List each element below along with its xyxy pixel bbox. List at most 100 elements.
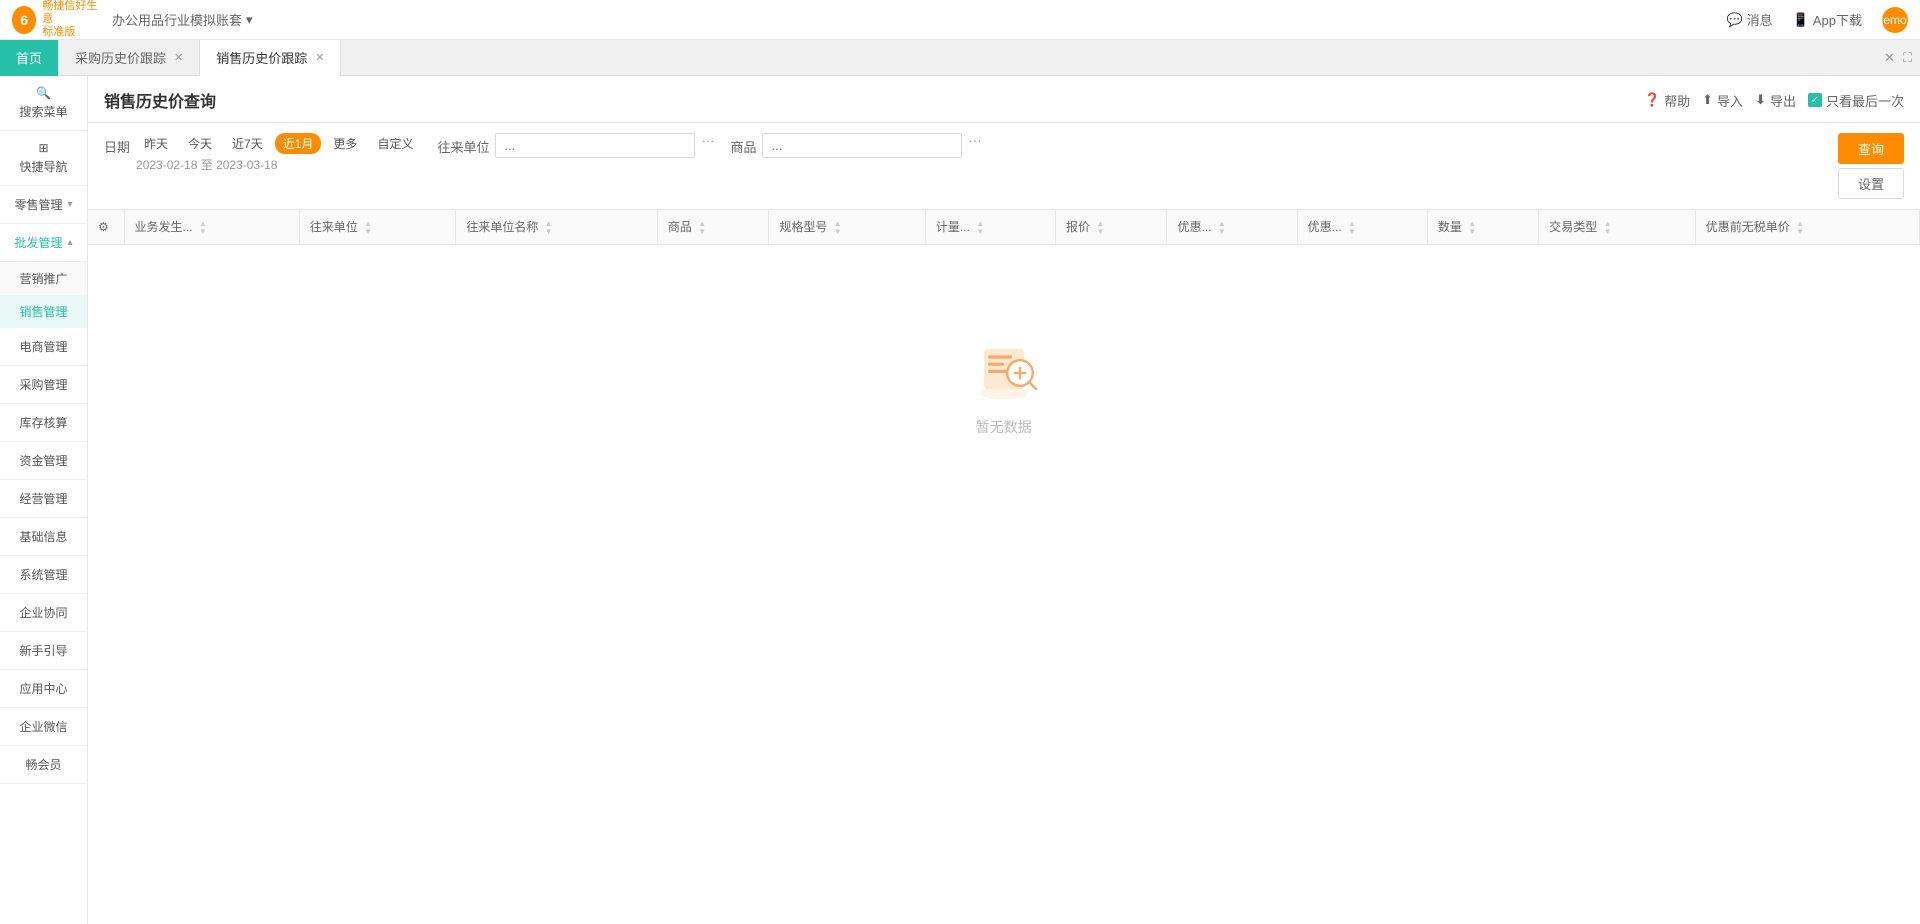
sidebar-item-inventory[interactable]: 库存核算 (0, 404, 87, 442)
page-header: 销售历史价查询 ❓ 帮助 ⬆ 导入 ⬇ 导出 ✓ (88, 76, 1920, 123)
th-partner-name[interactable]: 往来单位名称 ▲▼ (456, 210, 658, 244)
sidebar-item-shortcut[interactable]: ⊞ 快捷导航 (0, 131, 87, 186)
sort-icon: ▲▼ (364, 220, 372, 236)
header-right: 💬 消息 📱 App下载 demo2 (1726, 7, 1908, 33)
sidebar-item-finance[interactable]: 资金管理 (0, 442, 87, 480)
th-goods[interactable]: 商品 ▲▼ (657, 210, 768, 244)
filter-actions: 查询 设置 (1838, 133, 1904, 199)
export-button[interactable]: ⬇ 导出 (1755, 91, 1796, 110)
th-discount2[interactable]: 优惠... ▲▼ (1297, 210, 1427, 244)
sidebar-item-guide[interactable]: 新手引导 (0, 632, 87, 670)
th-trade-type[interactable]: 交易类型 ▲▼ (1539, 210, 1696, 244)
sidebar-item-retail[interactable]: 零售管理 ▾ (0, 186, 87, 224)
page-title: 销售历史价查询 (104, 88, 216, 112)
date-options-wrap: 昨天 今天 近7天 近1月 更多 自定义 2023-02-18 至 2023-0… (136, 133, 421, 173)
sort-icon: ▲▼ (976, 220, 984, 236)
date-filter-label: 日期 (104, 133, 130, 156)
tab-sales-history[interactable]: 销售历史价跟踪 ✕ (200, 40, 341, 76)
partner-filter-group: 往来单位 ··· (437, 133, 714, 158)
import-button[interactable]: ⬆ 导入 (1702, 91, 1743, 110)
table-header: ⚙ 业务发生... ▲▼ 往来单位 ▲▼ 往来单位名称 ▲▼ (88, 210, 1920, 244)
tab-bar-actions: ✕ ⛶ (1884, 50, 1920, 66)
close-all-tabs-icon[interactable]: ✕ (1884, 50, 1895, 66)
goods-input[interactable] (762, 133, 962, 158)
user-avatar[interactable]: demo2 (1882, 7, 1908, 33)
tab-bar: 首页 采购历史价跟踪 ✕ 销售历史价跟踪 ✕ ✕ ⛶ (0, 40, 1920, 76)
goods-filter-group: 商品 ··· (730, 133, 981, 158)
th-business-date[interactable]: 业务发生... ▲▼ (124, 210, 299, 244)
sidebar-item-apps[interactable]: 应用中心 (0, 670, 87, 708)
query-button[interactable]: 查询 (1838, 133, 1904, 164)
empty-icon (964, 325, 1044, 405)
filter-row: 日期 昨天 今天 近7天 近1月 更多 自定义 2023-02-18 至 202… (88, 123, 1920, 210)
settings-icon[interactable]: ⚙ (98, 220, 109, 234)
goods-filter-label: 商品 (730, 133, 756, 156)
sidebar-item-member[interactable]: 畅会员 (0, 746, 87, 784)
empty-state: 暂无数据 (88, 245, 1920, 517)
date-filter-group: 日期 昨天 今天 近7天 近1月 更多 自定义 2023-02-18 至 202… (104, 133, 421, 173)
goods-more-icon[interactable]: ··· (968, 133, 981, 148)
message-icon: 💬 (1726, 12, 1742, 28)
help-icon: ❓ (1644, 92, 1660, 108)
chevron-down-icon: ▾ (67, 199, 72, 210)
date-option-7days[interactable]: 近7天 (224, 133, 271, 154)
sidebar-item-enterprise[interactable]: 企业协同 (0, 594, 87, 632)
sidebar-item-purchase[interactable]: 采购管理 (0, 366, 87, 404)
tab-close-sales[interactable]: ✕ (315, 51, 324, 64)
th-discount1[interactable]: 优惠... ▲▼ (1167, 210, 1297, 244)
date-option-more[interactable]: 更多 (325, 133, 365, 154)
sidebar-item-wholesale[interactable]: 批发管理 ▴ (0, 224, 87, 262)
date-option-today[interactable]: 今天 (180, 133, 220, 154)
account-dropdown[interactable]: 办公用品行业模拟账套 ▾ (112, 10, 253, 29)
sidebar-item-system[interactable]: 系统管理 (0, 556, 87, 594)
sidebar-item-operations[interactable]: 经营管理 (0, 480, 87, 518)
message-button[interactable]: 💬 消息 (1726, 10, 1772, 29)
download-icon: 📱 (1793, 12, 1809, 28)
th-partner-code[interactable]: 往来单位 ▲▼ (299, 210, 456, 244)
th-pretax-price[interactable]: 优惠前无税单价 ▲▼ (1695, 210, 1919, 244)
th-quantity[interactable]: 数量 ▲▼ (1427, 210, 1538, 244)
partner-filter-label: 往来单位 (437, 133, 489, 156)
partner-more-icon[interactable]: ··· (701, 133, 714, 148)
logo-area: 6 畅捷信好生意 标准版 (12, 0, 100, 39)
sort-icon: ▲▼ (698, 220, 706, 236)
th-unit[interactable]: 计量... ▲▼ (925, 210, 1055, 244)
sidebar-item-ecommerce[interactable]: 电商管理 (0, 328, 87, 366)
sidebar-item-marketing[interactable]: 营销推广 (0, 262, 87, 295)
th-settings[interactable]: ⚙ (88, 210, 124, 244)
date-option-yesterday[interactable]: 昨天 (136, 133, 176, 154)
sidebar-item-search[interactable]: 🔍 搜索菜单 (0, 76, 87, 131)
tab-close-purchase[interactable]: ✕ (174, 51, 183, 64)
avatar: demo2 (1882, 7, 1908, 33)
tab-home[interactable]: 首页 (0, 40, 59, 76)
content-area: 销售历史价查询 ❓ 帮助 ⬆ 导入 ⬇ 导出 ✓ (88, 76, 1920, 924)
only-last-checkbox[interactable]: ✓ 只看最后一次 (1808, 91, 1904, 110)
th-spec[interactable]: 规格型号 ▲▼ (769, 210, 926, 244)
app-download-button[interactable]: 📱 App下载 (1793, 10, 1862, 29)
sidebar-item-sales[interactable]: 销售管理 (0, 295, 87, 328)
date-option-custom[interactable]: 自定义 (369, 133, 421, 154)
tab-purchase-history[interactable]: 采购历史价跟踪 ✕ (59, 40, 200, 76)
search-icon: 🔍 (36, 86, 51, 100)
export-icon: ⬇ (1755, 92, 1766, 108)
sort-icon: ▲▼ (1348, 220, 1356, 236)
th-quote[interactable]: 报价 ▲▼ (1056, 210, 1167, 244)
partner-input[interactable] (495, 133, 695, 158)
table-body: 暂无数据 (88, 244, 1920, 517)
top-header: 6 畅捷信好生意 标准版 办公用品行业模拟账套 ▾ 💬 消息 📱 App下载 d… (0, 0, 1920, 40)
sort-icon: ▲▼ (1796, 220, 1804, 236)
settings-button[interactable]: 设置 (1838, 168, 1904, 199)
sort-icon: ▲▼ (545, 220, 553, 236)
date-options: 昨天 今天 近7天 近1月 更多 自定义 (136, 133, 421, 154)
maximize-icon[interactable]: ⛶ (1903, 50, 1912, 66)
page-actions: ❓ 帮助 ⬆ 导入 ⬇ 导出 ✓ 只看最后一次 (1644, 91, 1904, 110)
logo-text: 畅捷信好生意 标准版 (42, 0, 100, 39)
sidebar-item-wechat[interactable]: 企业微信 (0, 708, 87, 746)
logo-icon: 6 (12, 6, 36, 34)
chevron-up-icon: ▴ (67, 237, 72, 248)
date-option-1month[interactable]: 近1月 (275, 133, 322, 154)
help-button[interactable]: ❓ 帮助 (1644, 91, 1690, 110)
empty-text: 暂无数据 (976, 417, 1032, 437)
sidebar-item-basic[interactable]: 基础信息 (0, 518, 87, 556)
chevron-down-icon: ▾ (246, 12, 253, 28)
